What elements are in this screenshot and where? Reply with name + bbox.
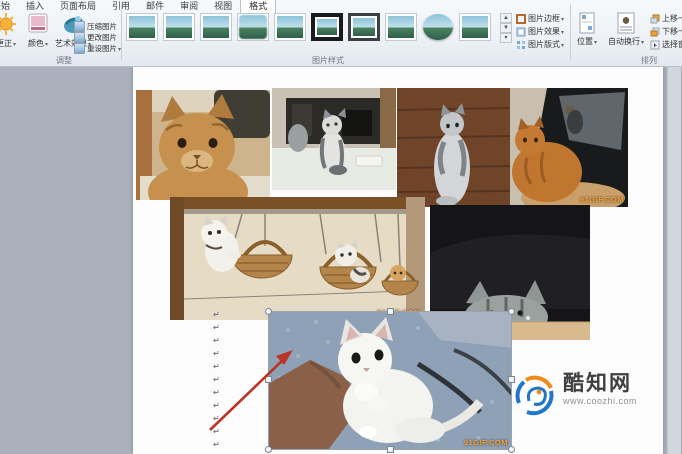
position-icon — [579, 12, 595, 34]
gif-watermark: 91GIF.COM — [579, 195, 624, 204]
picture-border-label: 图片边框 — [528, 13, 564, 24]
send-backward-icon — [650, 27, 660, 36]
wrap-text-button[interactable]: 自动换行 — [604, 12, 648, 47]
picture-style-thumb[interactable] — [200, 13, 232, 41]
picture-style-thumb[interactable] — [237, 13, 269, 41]
bring-forward-button[interactable]: 上移一层 — [650, 13, 682, 24]
picture-style-thumb[interactable] — [274, 13, 306, 41]
gallery-down-icon[interactable]: ▼ — [500, 23, 512, 33]
picture-styles-gallery — [126, 13, 491, 41]
color-label: 颜色 — [28, 38, 48, 49]
adjust-group-label: 调整 — [56, 56, 72, 65]
site-watermark: 酷知网 www.coozhi.com — [511, 372, 676, 430]
position-label: 位置 — [577, 36, 597, 47]
change-picture-button[interactable]: 更改图片 — [74, 31, 117, 43]
send-backward-button[interactable]: 下移一层 — [650, 26, 682, 37]
coozhi-logo-icon — [515, 375, 554, 416]
compress-picture-label: 压缩图片 — [87, 21, 117, 31]
picture-style-thumb[interactable] — [385, 13, 417, 41]
change-picture-icon — [74, 31, 85, 43]
image-white-kitten-selected[interactable]: 91GIF.COM — [268, 312, 512, 450]
gallery-up-icon[interactable]: ▲ — [500, 13, 512, 23]
picture-layout-button[interactable]: 图片版式 — [516, 39, 564, 50]
picture-border-button[interactable]: 图片边框 — [516, 13, 564, 24]
change-picture-label: 更改图片 — [87, 32, 117, 42]
corrections-label: 更正 — [0, 38, 16, 49]
image-standing-kitten[interactable] — [272, 88, 396, 190]
tab-视图[interactable]: 视图 — [206, 0, 240, 13]
paragraph-mark-icon: ↵ — [213, 310, 220, 319]
compress-picture-icon — [74, 20, 85, 32]
site-name: 酷知网 — [563, 372, 632, 395]
wrap-text-icon — [617, 12, 635, 34]
image-car-cats[interactable]: 91GIF.COM — [397, 88, 628, 207]
paragraph-mark-icon: ↵ — [213, 323, 220, 332]
word-window: 开始插入页面布局引用邮件审阅视图格式 更正 颜色 — [0, 0, 682, 454]
reset-picture-label: 重设图片 — [87, 43, 121, 54]
picture-style-thumb[interactable] — [459, 13, 491, 41]
picture-style-thumb[interactable] — [126, 13, 158, 41]
picture-effects-label: 图片效果 — [528, 26, 564, 37]
arrange-group-label: 排列 — [641, 56, 657, 65]
tab-格式[interactable]: 格式 — [240, 0, 277, 13]
send-backward-label: 下移一层 — [662, 26, 682, 37]
corrections-sun-icon — [0, 13, 16, 35]
picture-effects-button[interactable]: 图片效果 — [516, 26, 564, 37]
picture-style-thumb[interactable] — [163, 13, 195, 41]
ribbon: 开始插入页面布局引用邮件审阅视图格式 更正 颜色 — [0, 0, 682, 67]
picture-styles-group-label: 图片样式 — [312, 56, 344, 65]
color-icon — [28, 13, 48, 33]
picture-border-icon — [516, 13, 526, 24]
picture-layout-label: 图片版式 — [528, 39, 564, 50]
picture-layout-icon — [517, 40, 525, 49]
image-basket-cats[interactable]: 91GIF.COM — [170, 197, 425, 320]
selection-pane-button[interactable]: 选择窗格 — [650, 39, 682, 50]
picture-style-thumb[interactable] — [348, 13, 380, 41]
picture-effects-icon — [516, 27, 526, 36]
tab-审阅[interactable]: 审阅 — [172, 0, 206, 13]
group-divider — [121, 4, 122, 60]
bring-forward-icon — [650, 14, 660, 23]
picture-style-thumb[interactable] — [422, 13, 454, 41]
reset-picture-button[interactable]: 重设图片 — [74, 42, 121, 54]
gallery-scroll: ▲ ▼ ▾ — [500, 13, 512, 43]
group-divider — [570, 4, 571, 60]
wrap-text-label: 自动换行 — [608, 36, 644, 47]
selection-pane-label: 选择窗格 — [662, 40, 682, 49]
image-brown-kitten[interactable] — [136, 90, 270, 200]
red-annotation-arrow — [209, 350, 293, 431]
position-button[interactable]: 位置 — [572, 12, 602, 47]
paragraph-mark-icon: ↵ — [213, 440, 220, 449]
picture-style-thumb[interactable] — [311, 13, 343, 41]
reset-picture-icon — [74, 42, 85, 54]
site-url: www.coozhi.com — [563, 396, 638, 406]
gif-watermark: 91GIF.COM — [463, 438, 508, 447]
selection-pane-icon — [650, 40, 660, 49]
bring-forward-label: 上移一层 — [662, 13, 682, 24]
tab-邮件[interactable]: 邮件 — [138, 0, 172, 13]
gallery-more-icon[interactable]: ▾ — [500, 33, 512, 43]
compress-picture-button[interactable]: 压缩图片 — [74, 20, 117, 32]
